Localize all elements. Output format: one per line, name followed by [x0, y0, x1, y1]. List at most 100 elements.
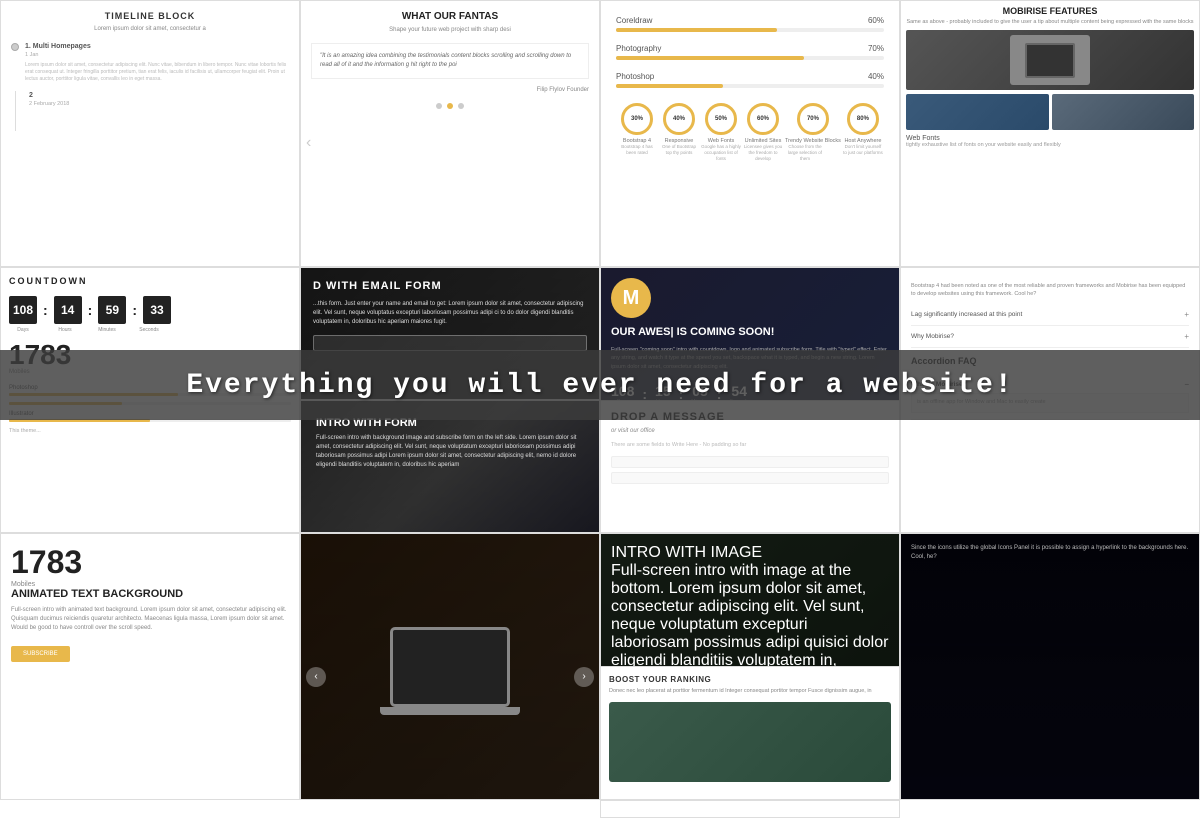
faq-q-1-text-abs: Lag significantly increased at this poin… — [911, 311, 1022, 318]
left-arrow-icon[interactable]: ‹ — [306, 134, 311, 152]
circle-val-responsive: 40% — [663, 103, 695, 135]
boost-ranking-2-img — [609, 702, 891, 782]
skill-photoshop: Photoshop 40% — [616, 72, 884, 88]
boost-ranking-2-desc: Donec nec leo placerat at porttior ferme… — [609, 688, 891, 696]
circle-desc-webfonts: Google has a highly occupation list of f… — [701, 144, 741, 162]
skill-bar-fill-coreldraw — [616, 28, 777, 32]
cd-sec-lbl: Seconds — [135, 327, 163, 333]
cda-hours: 14 — [54, 296, 82, 324]
faq-q-1-abs[interactable]: Lag significantly increased at this poin… — [911, 310, 1189, 319]
drop-message-sub: or visit our office — [611, 428, 889, 434]
skill-pct-photoshop: 40% — [868, 72, 884, 81]
animated-count-label: Mobiles — [11, 581, 289, 588]
coming-soon-title: OUR AWES| IS COMING SOON! — [611, 326, 889, 338]
circle-val-sites: 60% — [747, 103, 779, 135]
cd-labels-abs: Days Hours Minutes Seconds — [9, 327, 291, 333]
circles-row: 30% Bootstrap 4 Bootstrap 4 has been rat… — [616, 103, 884, 162]
next-arrow-icon[interactable]: › — [574, 667, 594, 687]
faq-q-2-text-abs: Why Mobirise? — [911, 333, 954, 340]
web-fonts-desc: tightly exhaustive list of fonts on your… — [906, 142, 1194, 148]
dark-final-text: Since the icons utilize the global Icons… — [911, 544, 1189, 562]
skill-bar-bg-photography — [616, 56, 884, 60]
circle-trendy: 70% Trendy Website Blocks Choose from th… — [785, 103, 841, 162]
mobirise-logo: M — [611, 278, 651, 318]
circle-val-host: 80% — [847, 103, 879, 135]
timeline-item-1: 1. Multi Homepages 1 Jan Lorem ipsum dol… — [11, 42, 289, 83]
quote-text: "It is an amazing idea combining the tes… — [320, 53, 571, 68]
timeline-title: TIMELINE BLOCK — [11, 11, 289, 21]
cd-min-lbl: Minutes — [93, 327, 121, 333]
cda-minutes: 59 — [98, 296, 126, 324]
if-desc-abs: Full-screen intro with background image … — [316, 434, 584, 470]
feature-img-sm-2 — [1052, 94, 1195, 130]
cd-days-lbl: Days — [9, 327, 37, 333]
nav-arrows: ‹ › — [301, 667, 599, 687]
faq-item-1-abs: Lag significantly increased at this poin… — [911, 304, 1189, 326]
dot-3[interactable] — [458, 103, 464, 109]
skill-photography: Photography 70% — [616, 44, 884, 60]
prev-arrow-icon[interactable]: ‹ — [306, 667, 326, 687]
dot-2[interactable] — [447, 103, 453, 109]
faq-item-2-abs: Why Mobirise? + — [911, 326, 1189, 348]
drop-name-input[interactable] — [611, 456, 889, 468]
theme-label-abs: This theme... — [9, 428, 291, 434]
tile-animated-text: 1783 Mobiles ANIMATED TEXT BACKGROUND Fu… — [0, 533, 300, 800]
animated-big-num: 1783 — [11, 544, 289, 581]
skill-name-photography: Photography — [616, 44, 661, 53]
ef-desc-abs: ...this form. Just enter your name and e… — [313, 300, 587, 327]
tile-skills: Coreldraw 60% Photography 70% Photosho — [600, 0, 900, 267]
skill-name-photoshop: Photoshop — [616, 72, 654, 81]
timeline-dot-1 — [11, 43, 19, 51]
subscribe-btn[interactable]: SUBSCRIBE — [11, 646, 70, 662]
intro-image-title: INTRO WITH IMAGE — [611, 544, 889, 562]
skill-bar-bg-coreldraw — [616, 28, 884, 32]
circle-desc-trendy: Choose from the large selection of them — [785, 144, 825, 162]
ef-name-abs[interactable] — [313, 335, 587, 351]
faq-arrow-1-abs: + — [1184, 310, 1189, 319]
tile-boost-ranking-2 — [600, 800, 900, 818]
circle-val-webfonts: 50% — [705, 103, 737, 135]
drop-email-input[interactable] — [611, 472, 889, 484]
laptop-base — [380, 707, 520, 715]
circle-host: 80% Host Anywhere Don't limit yourself t… — [843, 103, 883, 162]
collage: TIMELINE BLOCK Lorem ipsum dolor sit ame… — [0, 0, 1200, 800]
features-subtitle: Same as above - probably included to giv… — [906, 19, 1194, 25]
circle-val-trendy: 70% — [797, 103, 829, 135]
dot-1[interactable] — [436, 103, 442, 109]
circle-desc-sites: Licensee gives you the freedom to develo… — [743, 144, 783, 162]
features-title: MOBIRISE FEATURES — [906, 6, 1194, 16]
feature-img-main — [906, 30, 1194, 90]
tile-timeline: TIMELINE BLOCK Lorem ipsum dolor sit ame… — [0, 0, 300, 267]
skill-pct-coreldraw: 60% — [868, 16, 884, 25]
ef-title-abs: D WITH EMAIL FORM — [313, 280, 587, 292]
subscribe-label: SUBSCRIBE — [23, 651, 58, 657]
faq-q-2-abs[interactable]: Why Mobirise? + — [911, 332, 1189, 341]
features-images — [906, 30, 1194, 130]
timeline-item-2: 2 2 February 2018 — [11, 91, 289, 131]
circle-bootstrap: 30% Bootstrap 4 Bootstrap 4 has been rat… — [617, 103, 657, 162]
tile-fantasy: WHAT OUR FANTAS Shape your future web pr… — [300, 0, 600, 267]
faq-arrow-2-abs: + — [1184, 332, 1189, 341]
web-fonts-label: Web Fonts — [906, 135, 1194, 142]
countdown-title-abs: COUNTDOWN — [9, 276, 291, 286]
banner-overlay: Everything you will ever need for a webs… — [0, 350, 1200, 420]
cda-seconds: 33 — [143, 296, 171, 324]
circle-webfonts: 50% Web Fonts Google has a highly occupa… — [701, 103, 741, 162]
tile-dark-laptop: ‹ › — [300, 533, 600, 800]
animated-text-desc: Full-screen intro with animated text bac… — [11, 606, 289, 633]
skill-bar-fill-photoshop — [616, 84, 723, 88]
author-name: Filip Flylov Founder — [311, 87, 589, 93]
countdown-display-abs: 108 : 14 : 59 : 33 — [9, 296, 291, 324]
cda-days: 108 — [9, 296, 37, 324]
banner-text: Everything you will ever need for a webs… — [186, 370, 1013, 401]
tile-boost-ranking-bottom: BOOST YOUR RANKING Donec nec leo placera… — [600, 666, 900, 800]
drop-message-desc: There are some fields to Write Here - No… — [611, 442, 889, 448]
circle-responsive: 40% Responsive One of Bootstrap top thy … — [659, 103, 699, 162]
skill-bar-bg-photoshop — [616, 84, 884, 88]
tile-dark-final: Since the icons utilize the global Icons… — [900, 533, 1200, 800]
bootstrap-note-abs: Bootstrap 4 had been noted as one of the… — [911, 283, 1189, 298]
skill-coreldraw: Coreldraw 60% — [616, 16, 884, 32]
circle-val-bootstrap: 30% — [621, 103, 653, 135]
feature-img-sm-1 — [906, 94, 1049, 130]
timeline-subtitle: Lorem ipsum dolor sit amet, consectetur … — [11, 26, 289, 32]
